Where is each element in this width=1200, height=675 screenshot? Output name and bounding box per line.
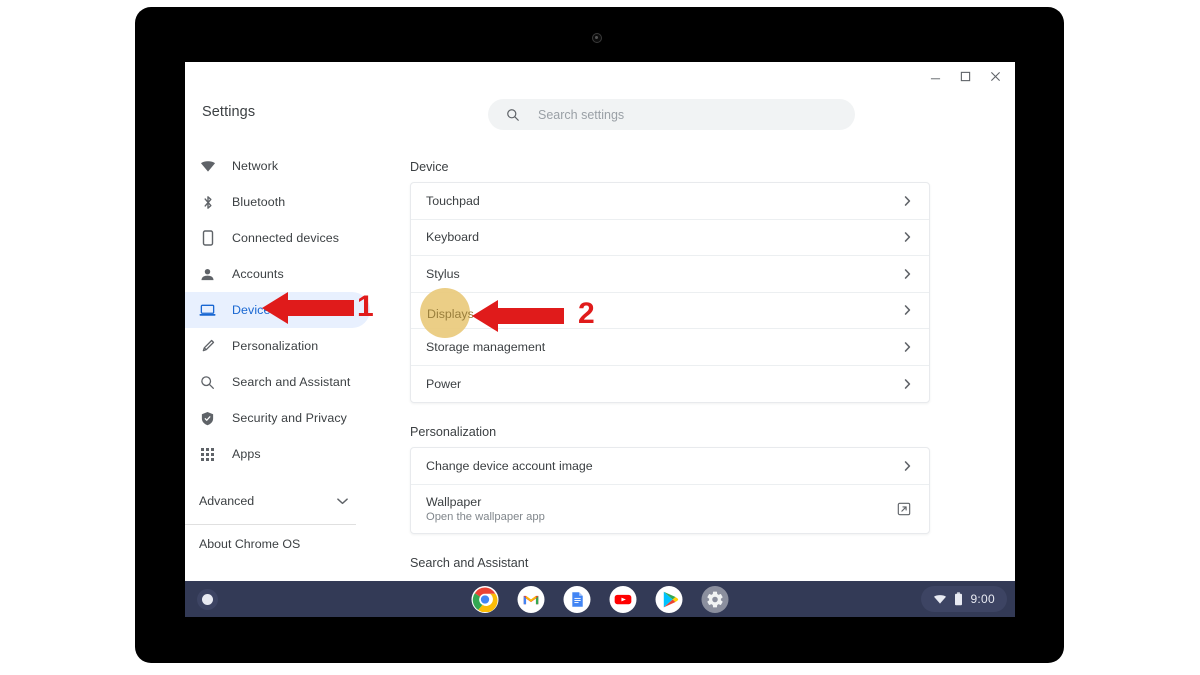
search-bar[interactable] <box>488 99 855 130</box>
grid-icon <box>199 446 216 463</box>
status-tray[interactable]: 9:00 <box>921 586 1007 612</box>
maximize-icon[interactable] <box>951 63 979 89</box>
sidebar-item-label: Personalization <box>232 339 319 353</box>
chevron-right-icon <box>904 460 911 471</box>
youtube-icon[interactable] <box>609 585 637 613</box>
row-label: Touchpad <box>426 193 480 208</box>
webcam-icon <box>592 33 602 43</box>
sidebar-item-label: Bluetooth <box>232 195 286 209</box>
device-card: Touchpad Keyboard Stylus Storage managem… <box>410 182 930 403</box>
window-controls <box>921 62 1015 90</box>
settings-row-change-device-account-image[interactable]: Change device account image <box>411 448 929 485</box>
row-label: Change device account image <box>426 458 593 473</box>
sidebar-item-apps[interactable]: Apps <box>185 436 370 472</box>
settings-row-stylus[interactable]: Stylus <box>411 256 929 293</box>
external-link-icon[interactable] <box>897 502 911 516</box>
sidebar-item-bluetooth[interactable]: Bluetooth <box>185 184 370 220</box>
chromeos-shelf: 9:00 <box>185 581 1015 617</box>
bluetooth-icon <box>199 194 216 211</box>
sidebar-item-label: Network <box>232 159 279 173</box>
wifi-icon <box>933 593 947 605</box>
screenshot-root: Settings Network Bluetooth <box>0 0 1200 675</box>
settings-content: Device Touchpad Keyboard Stylus Storage … <box>370 138 1015 581</box>
search-icon <box>199 374 216 391</box>
chevron-right-icon <box>904 268 911 279</box>
play-store-icon[interactable] <box>655 585 683 613</box>
sidebar-item-label: Security and Privacy <box>232 411 347 425</box>
sidebar-item-about-chrome-os[interactable]: About Chrome OS <box>185 525 370 563</box>
section-title-personalization: Personalization <box>410 425 497 439</box>
close-icon[interactable] <box>981 63 1009 89</box>
minimize-icon[interactable] <box>921 63 949 89</box>
row-label: Power <box>426 376 462 391</box>
sidebar-item-security-and-privacy[interactable]: Security and Privacy <box>185 400 370 436</box>
person-icon <box>199 266 216 283</box>
search-icon <box>506 108 520 122</box>
docs-icon[interactable] <box>563 585 591 613</box>
phone-icon <box>199 230 216 247</box>
settings-row-wallpaper[interactable]: Wallpaper Open the wallpaper app <box>411 485 929 533</box>
row-label: Keyboard <box>426 230 480 245</box>
settings-row-power[interactable]: Power <box>411 366 929 403</box>
sidebar-item-search-and-assistant[interactable]: Search and Assistant <box>185 364 370 400</box>
settings-icon[interactable] <box>701 585 729 613</box>
sidebar-item-label: Apps <box>232 447 261 461</box>
chevron-right-icon <box>904 378 911 389</box>
sidebar-advanced-label: Advanced <box>199 494 255 508</box>
settings-row-displays[interactable]: Displays <box>411 293 929 329</box>
chevron-down-icon <box>337 497 348 505</box>
battery-icon <box>954 592 963 606</box>
chevron-right-icon <box>904 232 911 243</box>
section-title-search-and-assistant: Search and Assistant <box>410 555 529 570</box>
sidebar-about-label: About Chrome OS <box>199 537 301 551</box>
row-label: Wallpaper <box>426 494 482 509</box>
brush-icon <box>199 338 216 355</box>
sidebar-item-label: Device <box>232 303 271 317</box>
personalization-card: Change device account image Wallpaper Op… <box>410 447 930 534</box>
sidebar-item-personalization[interactable]: Personalization <box>185 328 370 364</box>
shelf-apps <box>471 585 729 613</box>
chrome-icon[interactable] <box>471 585 499 613</box>
sidebar-item-device[interactable]: Device <box>185 292 370 328</box>
chevron-right-icon <box>904 195 911 206</box>
row-label: Storage management <box>426 339 546 354</box>
launcher-button[interactable] <box>197 588 218 610</box>
sidebar-item-connected-devices[interactable]: Connected devices <box>185 220 370 256</box>
page-title: Settings <box>202 104 256 120</box>
section-title-device: Device <box>410 160 449 174</box>
sidebar-item-label: Accounts <box>232 267 284 281</box>
laptop-icon <box>199 302 216 319</box>
sidebar: Network Bluetooth Connected devices Acco… <box>185 138 370 563</box>
row-label: Stylus <box>426 266 460 281</box>
shield-icon <box>199 410 216 427</box>
row-sublabel: Open the wallpaper app <box>426 510 545 523</box>
settings-window: Settings Network Bluetooth <box>185 62 1015 581</box>
settings-row-keyboard[interactable]: Keyboard <box>411 220 929 256</box>
clock-label: 9:00 <box>970 592 995 606</box>
sidebar-item-label: Connected devices <box>232 231 340 245</box>
sidebar-item-accounts[interactable]: Accounts <box>185 256 370 292</box>
settings-row-storage-management[interactable]: Storage management <box>411 329 929 366</box>
sidebar-item-network[interactable]: Network <box>185 148 370 184</box>
settings-row-touchpad[interactable]: Touchpad <box>411 183 929 220</box>
gmail-icon[interactable] <box>517 585 545 613</box>
wifi-icon <box>199 158 216 175</box>
launcher-icon <box>202 593 213 605</box>
search-input[interactable] <box>538 107 828 122</box>
sidebar-advanced-toggle[interactable]: Advanced <box>185 484 370 518</box>
sidebar-item-label: Search and Assistant <box>232 375 351 389</box>
chevron-right-icon <box>904 341 911 352</box>
chevron-right-icon <box>904 305 911 316</box>
